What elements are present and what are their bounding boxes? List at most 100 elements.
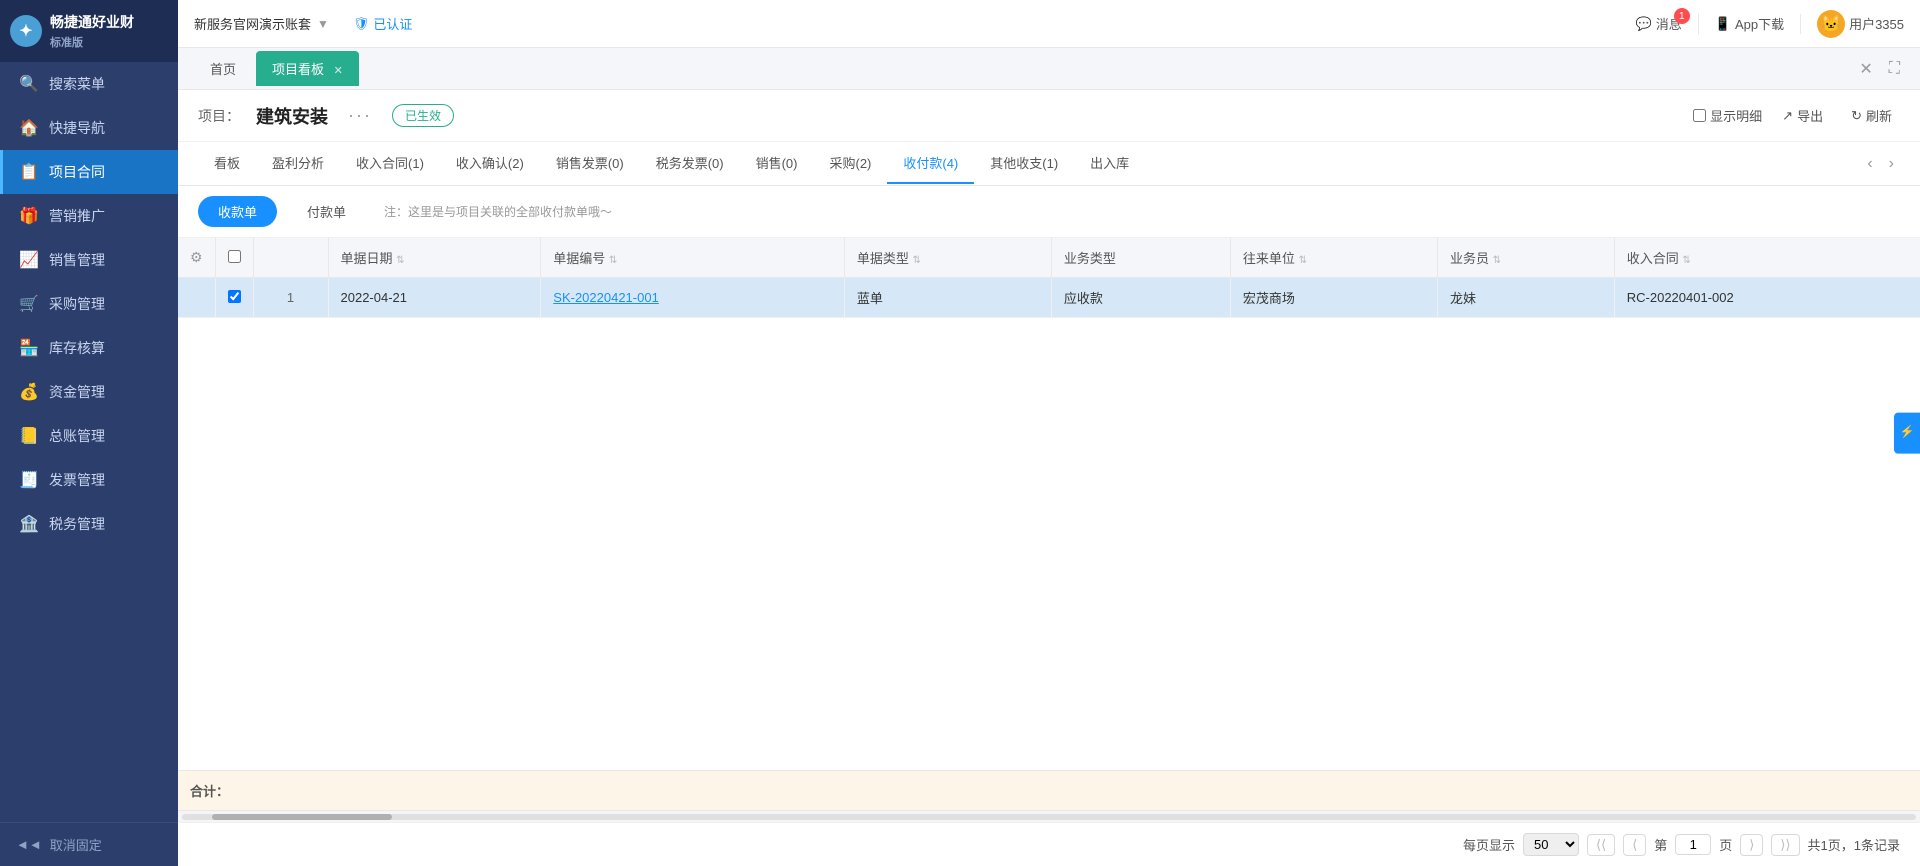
tab-close-icon[interactable]: ✕ [334,65,343,77]
export-label: 导出 [1797,106,1823,125]
sidebar-item-sales[interactable]: 📈 销售管理 [0,238,178,282]
account-dropdown-icon[interactable]: ▼ [317,17,329,31]
col-income-contract-header[interactable]: 收入合同 ⇅ [1614,238,1920,278]
sidebar-item-search[interactable]: 🔍 搜索菜单 [0,62,178,106]
page-first-btn[interactable]: ⟨⟨ [1587,834,1615,856]
sec-tab-receipts-btn[interactable]: 收款单 [198,196,277,227]
account-name: 新服务官网演示账套 [194,14,311,33]
unpin-button[interactable]: ◄◄ 取消固定 [0,822,178,866]
row-checkbox[interactable] [228,290,241,303]
col-date-header[interactable]: 单据日期 ⇅ [328,238,541,278]
column-settings-icon[interactable]: ⚙ [190,249,203,265]
col-salesman-header[interactable]: 业务员 ⇅ [1437,238,1614,278]
sec-tab-payments-btn[interactable]: 付款单 [287,196,366,227]
sort-date-icon[interactable]: ⇅ [396,255,404,266]
sidebar-item-funds[interactable]: 💰 资金管理 [0,370,178,414]
nav-prev-btn[interactable]: ‹ [1861,151,1878,177]
sort-partner-icon[interactable]: ⇅ [1299,255,1307,266]
col-number-header[interactable]: 单据编号 ⇅ [541,238,845,278]
sub-tab-income-confirm[interactable]: 收入确认(2) [440,143,540,184]
sidebar-item-shortcut[interactable]: 🏠 快捷导航 [0,106,178,150]
sidebar-item-shortcut-label: 快捷导航 [49,118,105,138]
sidebar-item-purchase[interactable]: 🛒 采购管理 [0,282,178,326]
col-type-header[interactable]: 单据类型 ⇅ [844,238,1051,278]
show-detail-checkbox[interactable]: 显示明细 [1693,106,1762,125]
sub-tab-board[interactable]: 看板 [198,143,256,184]
sub-tab-purchase[interactable]: 采购(2) [813,143,887,184]
col-settings-header[interactable]: ⚙ [178,238,215,278]
sidebar-item-tax[interactable]: 🏦 税务管理 [0,502,178,546]
table-row[interactable]: 1 2022-04-21 SK-20220421-001 蓝单 应收款 宏茂商场… [178,278,1920,318]
sidebar-item-contract[interactable]: 📋 项目合同 [0,150,178,194]
sort-salesman-icon[interactable]: ⇅ [1493,255,1501,266]
sort-number-icon[interactable]: ⇅ [609,255,617,266]
sidebar-item-marketing-label: 营销推广 [49,206,105,226]
home-icon: 🏠 [19,118,39,138]
sub-tab-sales-invoice[interactable]: 销售发票(0) [540,143,640,184]
show-detail-input[interactable] [1693,109,1706,122]
sub-tab-tax-invoice[interactable]: 税务发票(0) [640,143,740,184]
select-all-checkbox[interactable] [228,250,241,263]
row-number-cell[interactable]: SK-20220421-001 [541,278,845,318]
col-partner-header[interactable]: 往来单位 ⇅ [1230,238,1437,278]
user-menu[interactable]: 🐱 用户3355 [1817,10,1904,38]
page-next-btn[interactable]: ⟩ [1740,834,1763,856]
sub-tab-warehouse[interactable]: 出入库 [1074,143,1145,184]
account-selector[interactable]: 新服务官网演示账套 ▼ [194,14,329,33]
sub-tab-sales[interactable]: 销售(0) [740,143,814,184]
sidebar-item-inventory[interactable]: 🏪 库存核算 [0,326,178,370]
tab-project-board[interactable]: 项目看板 ✕ [256,51,359,86]
messages-badge: 1 [1674,8,1690,24]
sub-tab-other-income[interactable]: 其他收支(1) [974,143,1074,184]
tab-home[interactable]: 首页 [194,51,252,86]
tab-expand-btn[interactable]: ⛶ [1885,55,1904,83]
page-number-input[interactable] [1675,834,1711,855]
status-badge: 已生效 [392,104,454,127]
sub-tab-profit[interactable]: 盈利分析 [256,143,340,184]
shield-icon: 🛡 [353,16,370,32]
table-scrollbar[interactable] [178,810,1920,822]
sidebar-item-invoice[interactable]: 🧾 发票管理 [0,458,178,502]
message-icon: 💬 [1636,16,1652,32]
app-download-button[interactable]: 📱 App下载 [1715,14,1784,33]
export-button[interactable]: ↗ 导出 [1774,102,1831,129]
sidebar-header: ✦ 畅捷通好业财 标准版 [0,0,178,62]
divider-1 [1698,14,1699,34]
sort-income-contract-icon[interactable]: ⇅ [1682,255,1690,266]
unpin-icon: ◄◄ [16,837,42,852]
tab-close-window-btn[interactable]: ✕ [1855,55,1876,83]
page-last-btn[interactable]: ⟩⟩ [1771,834,1799,856]
sidebar-item-marketing[interactable]: 🎁 营销推广 [0,194,178,238]
sub-tab-income-contract[interactable]: 收入合同(1) [340,143,440,184]
scrollbar-thumb[interactable] [212,814,392,820]
show-detail-label: 显示明细 [1710,106,1762,125]
floating-action-btn[interactable]: ⚡ [1894,413,1920,454]
col-checkbox-header[interactable] [215,238,253,278]
row-checkbox-cell[interactable] [215,278,253,318]
nav-next-btn[interactable]: › [1883,151,1900,177]
sidebar-item-purchase-label: 采购管理 [49,294,105,314]
scrollbar-track[interactable] [182,814,1916,820]
sidebar-item-search-label: 搜索菜单 [49,74,105,94]
unpin-label: 取消固定 [50,835,102,854]
sidebar-item-ledger[interactable]: 📒 总账管理 [0,414,178,458]
tabs-bar: 首页 项目看板 ✕ ✕ ⛶ [178,48,1920,90]
sales-icon: 📈 [19,250,39,270]
table-header-row: ⚙ 单据日期 ⇅ 单据编号 ⇅ [178,238,1920,278]
row-number-link[interactable]: SK-20220421-001 [553,290,659,305]
purchase-icon: 🛒 [19,294,39,314]
row-income-contract-cell: RC-20220401-002 [1614,278,1920,318]
sub-tab-receipts[interactable]: 收付款(4) [887,143,974,184]
refresh-button[interactable]: ↻ 刷新 [1843,102,1900,129]
sidebar-item-contract-label: 项目合同 [49,162,105,182]
more-options-btn[interactable]: ··· [348,105,372,126]
page-prev-btn[interactable]: ⟨ [1623,834,1646,856]
sort-type-icon[interactable]: ⇅ [912,255,920,266]
sidebar-item-inventory-label: 库存核算 [49,338,105,358]
verified-label: 已认证 [373,14,412,33]
table-footer: 合计： [178,770,1920,810]
messages-button[interactable]: 💬 消息 1 [1636,14,1682,33]
per-page-select[interactable]: 50 10 20 100 [1523,833,1579,856]
sidebar-item-invoice-label: 发票管理 [49,470,105,490]
user-avatar: 🐱 [1817,10,1845,38]
